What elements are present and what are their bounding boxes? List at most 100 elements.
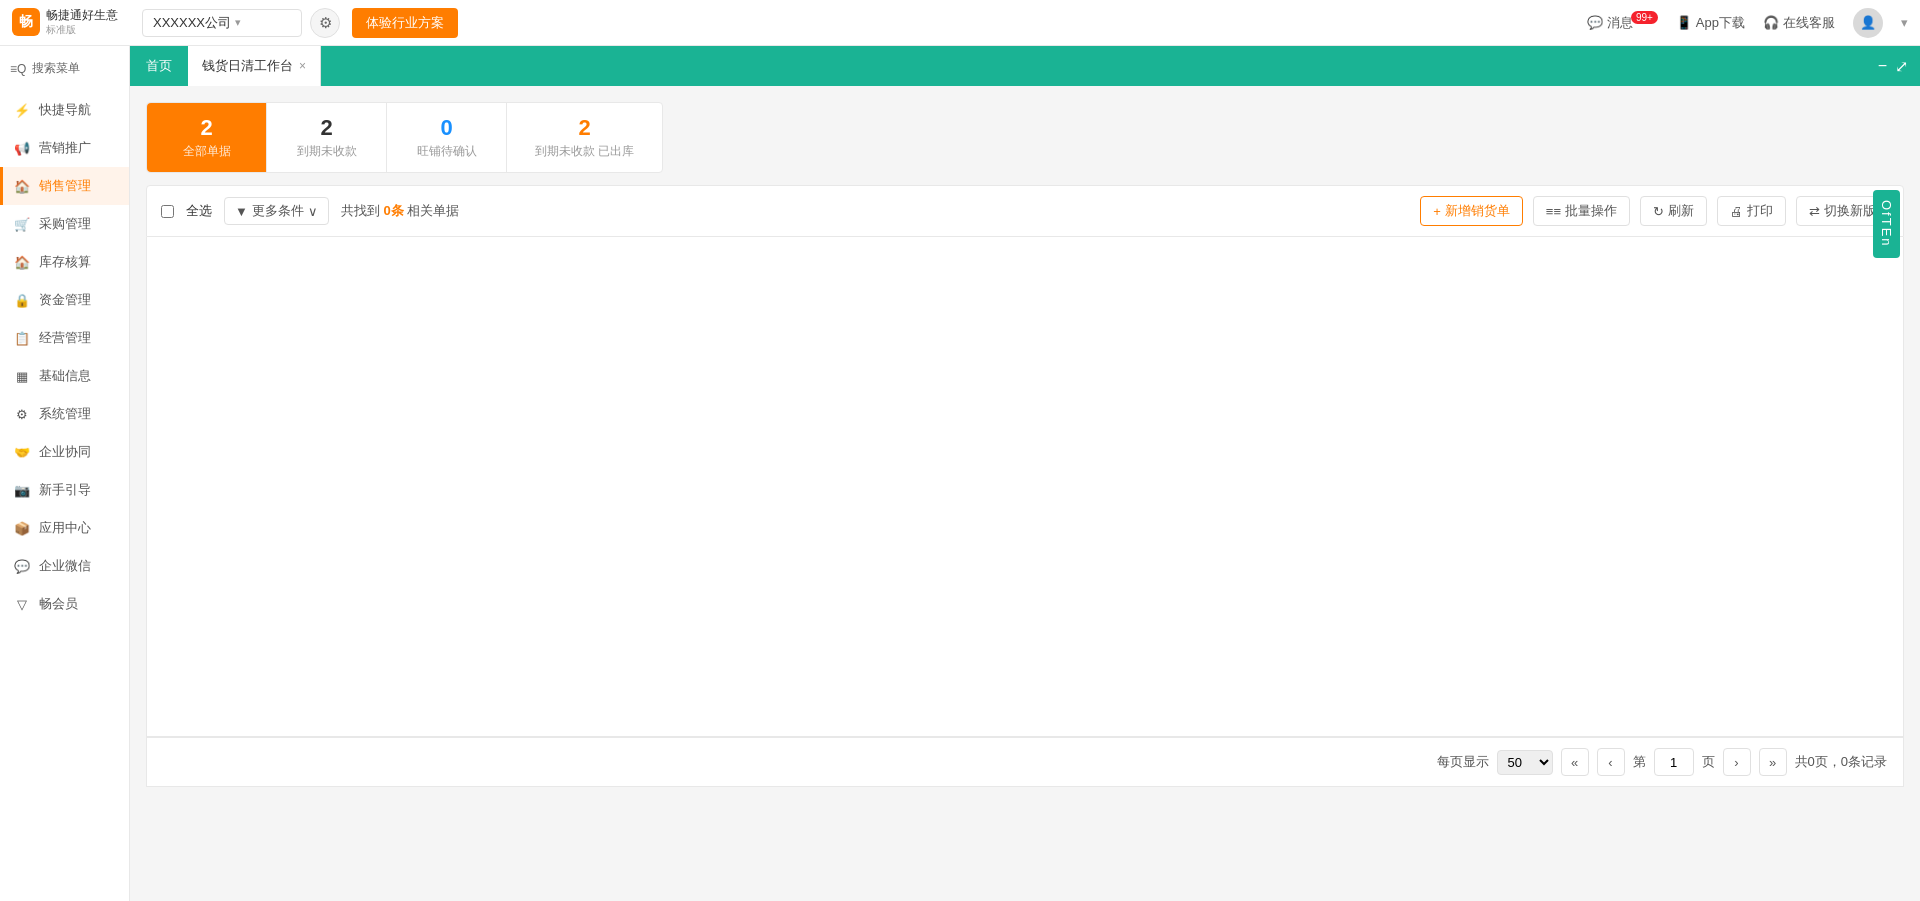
last-page-button[interactable]: » [1759, 748, 1787, 776]
service-icon: 🎧 [1763, 15, 1779, 30]
stat-label-shipped: 到期未收款 已出库 [535, 143, 634, 160]
header-right: 💬 消息 99+ 📱 App下载 🎧 在线客服 👤 ▾ [1587, 8, 1908, 38]
gear-icon: ⚙ [319, 14, 332, 32]
app-download-label: App下载 [1696, 14, 1745, 32]
settings-button[interactable]: ⚙ [310, 8, 340, 38]
select-all-checkbox[interactable] [161, 205, 174, 218]
tab-close-icon[interactable]: × [299, 59, 306, 73]
switch-icon: ⇄ [1809, 204, 1820, 219]
stat-card-shipped[interactable]: 2 到期未收款 已出库 [507, 103, 662, 172]
sidebar-item-purchase[interactable]: 🛒 采购管理 [0, 205, 129, 243]
logo-text: 畅捷通好生意 [46, 8, 118, 22]
stat-number-overdue: 2 [295, 115, 358, 141]
toolbar: 全选 ▼ 更多条件 ∨ 共找到 0条 相关单据 + 新增销货单 ≡≡ 批量操作 [146, 185, 1904, 237]
empty-placeholder [147, 237, 1903, 697]
sidebar-label-wechat: 企业微信 [39, 557, 91, 575]
sidebar-label-system: 系统管理 [39, 405, 91, 423]
logo-area: 畅 畅捷通好生意 标准版 [12, 8, 142, 36]
sidebar-icon-app-center: 📦 [13, 521, 31, 536]
avatar[interactable]: 👤 [1853, 8, 1883, 38]
company-name: XXXXXX公司 [153, 14, 231, 32]
batch-label: 批量操作 [1565, 202, 1617, 220]
sidebar-items-container: ⚡ 快捷导航 📢 营销推广 🏠 销售管理 🛒 采购管理 🏠 库存核算 🔒 资金管… [0, 91, 129, 623]
pagination-bar: 每页显示 50 10 20 100 « ‹ 第 页 › » 共0页，0条记录 [146, 737, 1904, 787]
found-prefix: 共找到 [341, 203, 380, 218]
first-page-icon: « [1571, 755, 1578, 770]
sidebar-item-wechat[interactable]: 💬 企业微信 [0, 547, 129, 585]
message-button[interactable]: 💬 消息 99+ [1587, 14, 1658, 32]
chevron-down-icon: ▾ [235, 16, 241, 29]
sidebar-item-guide[interactable]: 📷 新手引导 [0, 471, 129, 509]
stat-number-pending: 0 [415, 115, 478, 141]
sidebar-item-app-center[interactable]: 📦 应用中心 [0, 509, 129, 547]
page-number-input[interactable] [1654, 748, 1694, 776]
prev-page-icon: ‹ [1608, 755, 1612, 770]
prev-page-button[interactable]: ‹ [1597, 748, 1625, 776]
sidebar: ≡Q 搜索菜单 ⚡ 快捷导航 📢 营销推广 🏠 销售管理 🛒 采购管理 🏠 库存… [0, 46, 130, 901]
refresh-button[interactable]: ↻ 刷新 [1640, 196, 1707, 226]
next-page-icon: › [1734, 755, 1738, 770]
online-service-button[interactable]: 🎧 在线客服 [1763, 14, 1835, 32]
sidebar-top: ≡Q 搜索菜单 [0, 46, 129, 91]
sidebar-item-finance[interactable]: 🔒 资金管理 [0, 281, 129, 319]
sidebar-label-quick-nav: 快捷导航 [39, 101, 91, 119]
filter-button[interactable]: ▼ 更多条件 ∨ [224, 197, 329, 225]
total-text: 共0页，0条记录 [1795, 753, 1887, 771]
tab-expand-button[interactable]: ⤢ [1895, 57, 1908, 76]
page-size-select[interactable]: 50 10 20 100 [1497, 750, 1553, 775]
page-label: 第 [1633, 753, 1646, 771]
page-size-label: 每页显示 [1437, 753, 1489, 771]
user-name-area[interactable]: ▾ [1901, 15, 1908, 30]
sidebar-label-basic-info: 基础信息 [39, 367, 91, 385]
filter-label: 更多条件 [252, 202, 304, 220]
add-label: 新增销货单 [1445, 202, 1510, 220]
tab-home[interactable]: 首页 [130, 46, 188, 86]
refresh-label: 刷新 [1668, 202, 1694, 220]
message-badge: 99+ [1631, 11, 1658, 24]
sidebar-item-basic-info[interactable]: ▦ 基础信息 [0, 357, 129, 395]
main-content: 2 全部单据 2 到期未收款 0 旺铺待确认 2 到期未收款 已出库 全选 ▼ … [130, 86, 1920, 901]
tab-active[interactable]: 钱货日清工作台 × [188, 46, 321, 86]
sidebar-icon-wechat: 💬 [13, 559, 31, 574]
sidebar-item-quick-nav[interactable]: ⚡ 快捷导航 [0, 91, 129, 129]
filter-icon: ▼ [235, 204, 248, 219]
batch-icon: ≡≡ [1546, 204, 1561, 219]
app-download-button[interactable]: 📱 App下载 [1676, 14, 1745, 32]
sidebar-label-enterprise: 企业协同 [39, 443, 91, 461]
sidebar-item-member[interactable]: ▽ 畅会员 [0, 585, 129, 623]
print-button[interactable]: 🖨 打印 [1717, 196, 1786, 226]
stat-card-all[interactable]: 2 全部单据 [147, 103, 267, 172]
sidebar-icon-purchase: 🛒 [13, 217, 31, 232]
toolbar-left: 全选 ▼ 更多条件 ∨ 共找到 0条 相关单据 [161, 197, 1408, 225]
sidebar-item-enterprise[interactable]: 🤝 企业协同 [0, 433, 129, 471]
sidebar-icon-guide: 📷 [13, 483, 31, 498]
sidebar-icon-operations: 📋 [13, 331, 31, 346]
sidebar-icon-quick-nav: ⚡ [13, 103, 31, 118]
print-label: 打印 [1747, 202, 1773, 220]
add-sales-order-button[interactable]: + 新增销货单 [1420, 196, 1523, 226]
search-menu-button[interactable]: ≡Q 搜索菜单 [0, 54, 129, 83]
sidebar-label-finance: 资金管理 [39, 291, 91, 309]
next-page-button[interactable]: › [1723, 748, 1751, 776]
toolbar-right: + 新增销货单 ≡≡ 批量操作 ↻ 刷新 🖨 打印 ⇄ 切换新版 [1420, 196, 1889, 226]
sidebar-item-inventory[interactable]: 🏠 库存核算 [0, 243, 129, 281]
message-label: 消息 [1607, 14, 1633, 32]
sidebar-label-app-center: 应用中心 [39, 519, 91, 537]
sidebar-label-member: 畅会员 [39, 595, 78, 613]
select-all-label: 全选 [186, 202, 212, 220]
sidebar-item-sales[interactable]: 🏠 销售管理 [0, 167, 129, 205]
sidebar-item-system[interactable]: ⚙ 系统管理 [0, 395, 129, 433]
tab-minimize-button[interactable]: − [1878, 57, 1887, 75]
batch-operation-button[interactable]: ≡≡ 批量操作 [1533, 196, 1630, 226]
sidebar-item-marketing[interactable]: 📢 营销推广 [0, 129, 129, 167]
first-page-button[interactable]: « [1561, 748, 1589, 776]
stat-card-pending[interactable]: 0 旺铺待确认 [387, 103, 507, 172]
sidebar-item-operations[interactable]: 📋 经营管理 [0, 319, 129, 357]
stat-label-pending: 旺铺待确认 [415, 143, 478, 160]
often-badge[interactable]: OfTEn [1873, 190, 1900, 258]
sidebar-icon-marketing: 📢 [13, 141, 31, 156]
company-selector[interactable]: XXXXXX公司 ▾ [142, 9, 302, 37]
stat-card-overdue[interactable]: 2 到期未收款 [267, 103, 387, 172]
experience-button[interactable]: 体验行业方案 [352, 8, 458, 38]
sidebar-icon-finance: 🔒 [13, 293, 31, 308]
